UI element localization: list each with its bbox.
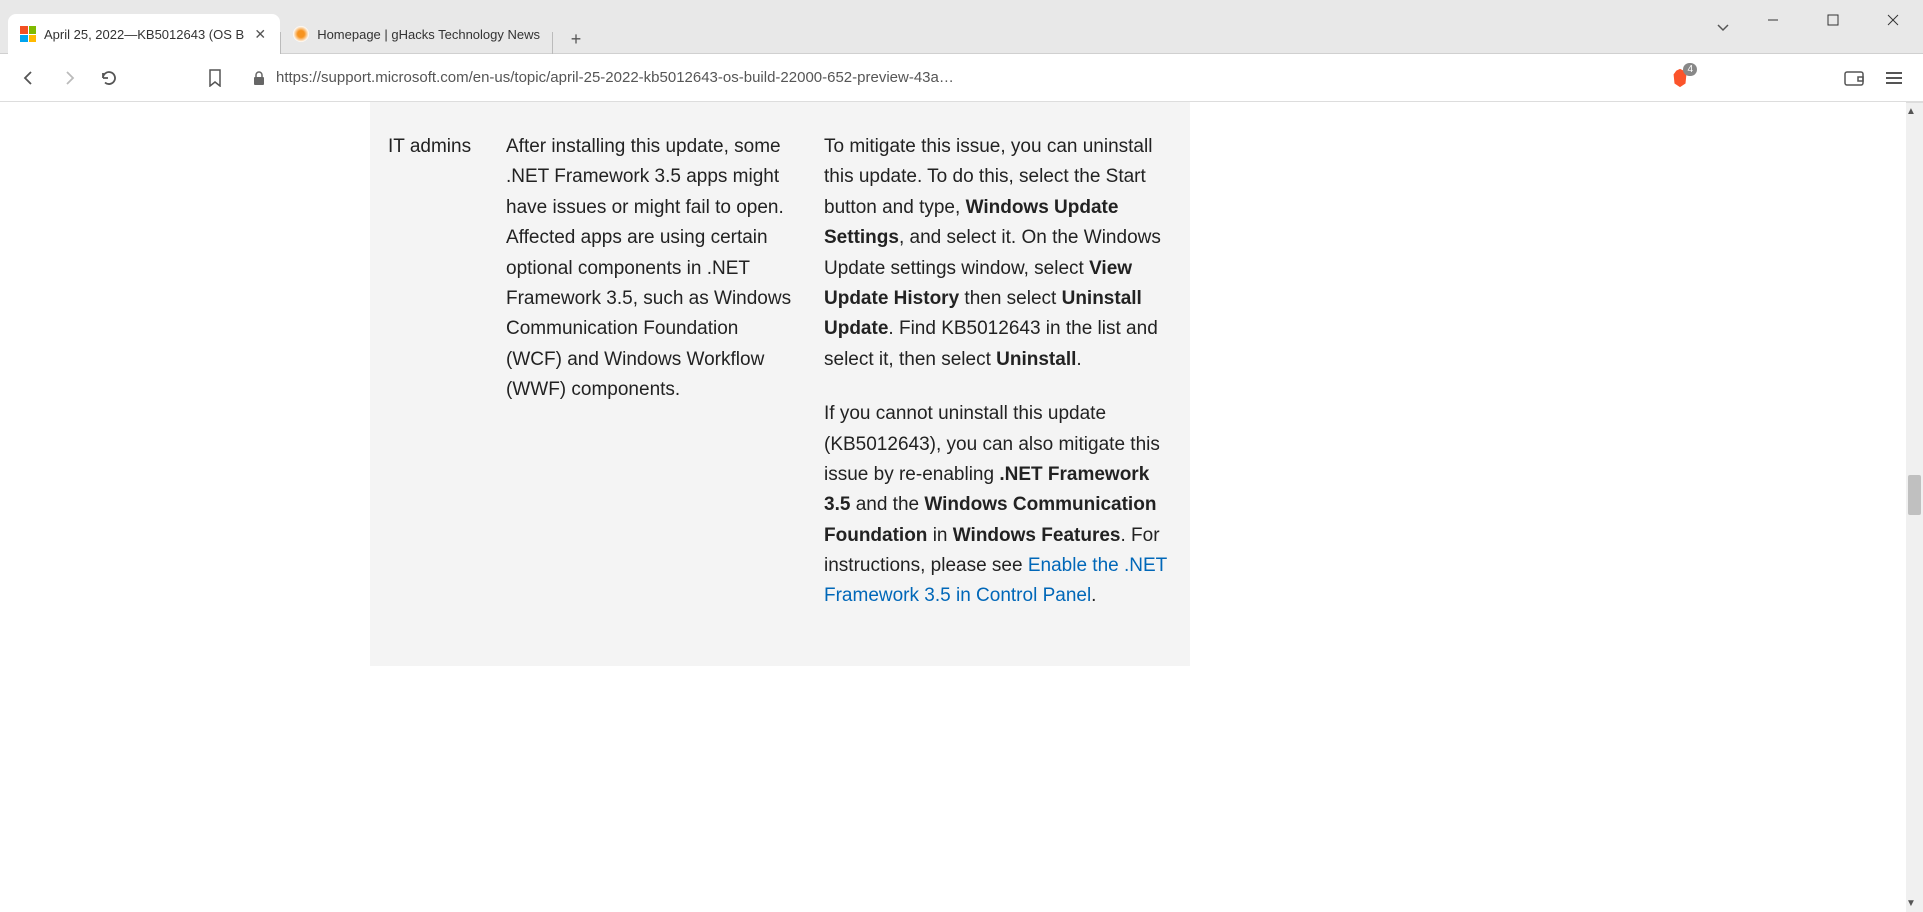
- toolbar: https://support.microsoft.com/en-us/topi…: [0, 54, 1923, 102]
- reload-icon: [100, 69, 118, 87]
- brave-count: 4: [1683, 63, 1697, 76]
- back-icon: [20, 69, 38, 87]
- audience-label: IT admins: [388, 132, 478, 636]
- mitigation-column: To mitigate this issue, you can uninstal…: [824, 132, 1172, 636]
- scrollbar[interactable]: ▲ ▼: [1906, 102, 1923, 912]
- article-table-row: IT admins After installing this update, …: [370, 102, 1190, 666]
- hamburger-icon: [1885, 71, 1903, 85]
- maximize-button[interactable]: [1803, 0, 1863, 40]
- viewport: IT admins After installing this update, …: [0, 102, 1923, 912]
- tab-title: April 25, 2022—KB5012643 (OS B: [44, 27, 244, 42]
- scroll-track[interactable]: [1906, 120, 1923, 895]
- titlebar: April 25, 2022—KB5012643 (OS B ✕ Homepag…: [0, 0, 1923, 54]
- url-text: https://support.microsoft.com/en-us/topi…: [276, 69, 1659, 86]
- forward-button[interactable]: [52, 61, 86, 95]
- back-button[interactable]: [12, 61, 46, 95]
- reload-button[interactable]: [92, 61, 126, 95]
- microsoft-favicon: [20, 26, 36, 42]
- wallet-icon: [1844, 69, 1864, 87]
- tab-separator: [552, 32, 553, 54]
- address-bar[interactable]: https://support.microsoft.com/en-us/topi…: [238, 61, 1705, 95]
- wallet-button[interactable]: [1837, 61, 1871, 95]
- new-tab-button[interactable]: +: [561, 24, 591, 54]
- scroll-up-arrow[interactable]: ▲: [1906, 103, 1916, 120]
- issue-description: After installing this update, some .NET …: [506, 132, 796, 636]
- bookmark-button[interactable]: [198, 61, 232, 95]
- minimize-button[interactable]: [1743, 0, 1803, 40]
- mitigation-paragraph-2: If you cannot uninstall this update (KB5…: [824, 399, 1172, 612]
- forward-icon: [60, 69, 78, 87]
- tab-active[interactable]: April 25, 2022—KB5012643 (OS B ✕: [8, 14, 280, 54]
- menu-button[interactable]: [1877, 61, 1911, 95]
- scroll-down-arrow[interactable]: ▼: [1906, 895, 1916, 912]
- chevron-down-icon: [1716, 20, 1730, 34]
- bookmark-icon: [207, 69, 223, 87]
- lock-icon: [252, 70, 266, 86]
- window-controls: [1743, 0, 1923, 40]
- mitigation-paragraph-1: To mitigate this issue, you can uninstal…: [824, 132, 1172, 375]
- tab-inactive[interactable]: Homepage | gHacks Technology News: [281, 14, 552, 54]
- tab-title: Homepage | gHacks Technology News: [317, 27, 540, 42]
- close-icon[interactable]: ✕: [252, 26, 268, 42]
- close-button[interactable]: [1863, 0, 1923, 40]
- scroll-thumb[interactable]: [1908, 475, 1921, 515]
- brave-shields[interactable]: 4: [1669, 67, 1691, 89]
- ghacks-favicon: [293, 26, 309, 42]
- tab-dropdown-button[interactable]: [1703, 0, 1743, 54]
- content-scroll[interactable]: IT admins After installing this update, …: [0, 102, 1923, 912]
- tabs-area: April 25, 2022—KB5012643 (OS B ✕ Homepag…: [0, 0, 1703, 54]
